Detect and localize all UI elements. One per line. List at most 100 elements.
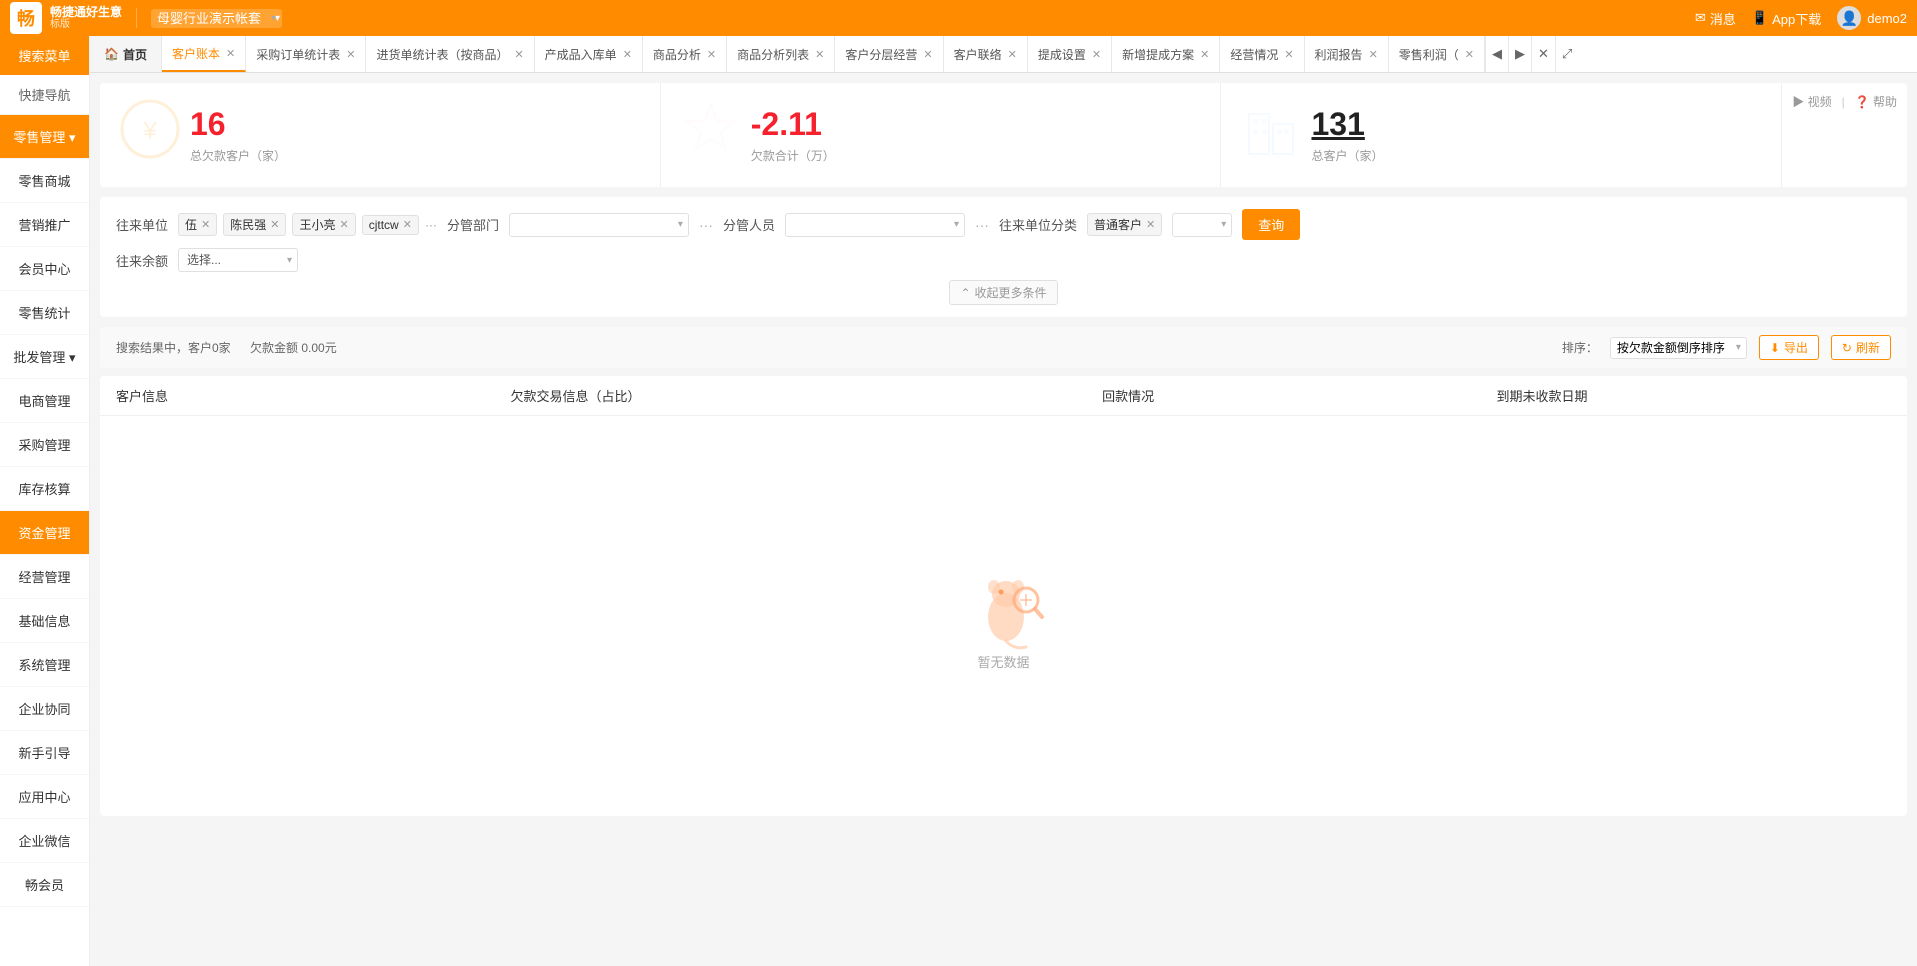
sidebar-item-retail-stats[interactable]: 零售统计 <box>0 291 89 335</box>
sidebar-item-enterprise-wechat[interactable]: 企业微信 <box>0 819 89 863</box>
tab-close-icon[interactable]: ✕ <box>707 48 716 61</box>
account-chevron-icon: ▾ <box>275 13 280 24</box>
unit-tag-more[interactable]: ··· <box>425 218 437 232</box>
tab-goods-analysis[interactable]: 商品分析 ✕ <box>643 36 727 72</box>
tab-customer-layer[interactable]: 客户分层经营 ✕ <box>835 36 943 72</box>
help-btn[interactable]: ❓ 帮助 <box>1855 93 1897 110</box>
sidebar: 搜索菜单 快捷导航 零售管理 ▾ 零售商城 营销推广 会员中心 零售统计 批发管… <box>0 36 90 966</box>
balance-select[interactable]: 选择... <box>178 248 298 272</box>
person-select-wrapper[interactable] <box>785 213 965 237</box>
unit-tag-close-chen[interactable]: ✕ <box>270 218 279 231</box>
dept-more-icon[interactable]: ··· <box>699 217 713 233</box>
unit-tag-close-cj[interactable]: ✕ <box>403 218 412 231</box>
tab-maximize[interactable]: ⤢ <box>1555 36 1578 72</box>
sidebar-item-label: 企业协同 <box>18 702 70 717</box>
tab-nav-next[interactable]: ▶ <box>1508 36 1531 72</box>
tab-stock-stats[interactable]: 进货单统计表（按商品） ✕ <box>366 36 534 72</box>
unit-type-tag-close[interactable]: ✕ <box>1146 218 1155 231</box>
unit-type-select[interactable] <box>1172 213 1232 237</box>
person-select[interactable] <box>785 213 965 237</box>
query-button[interactable]: 查询 <box>1242 209 1300 240</box>
tab-operation[interactable]: 经营情况 ✕ <box>1220 36 1304 72</box>
unit-tag-close-wu[interactable]: ✕ <box>201 218 210 231</box>
sidebar-item-ecommerce-mgmt[interactable]: 电商管理 <box>0 379 89 423</box>
sidebar-item-capital-mgmt[interactable]: 资金管理 <box>0 511 89 555</box>
video-btn[interactable]: ▶ 视频 <box>1792 93 1831 110</box>
unit-type-select-wrapper[interactable] <box>1172 213 1232 237</box>
unit-tag-cj: cjttcw ✕ <box>362 215 419 235</box>
tab-purchase-stats[interactable]: 采购订单统计表 ✕ <box>246 36 366 72</box>
coin-icon: ¥ <box>120 99 180 159</box>
sidebar-item-retail-mall[interactable]: 零售商城 <box>0 159 89 203</box>
tab-close-icon[interactable]: ✕ <box>1369 48 1378 61</box>
sidebar-item-retail-mgmt[interactable]: 零售管理 ▾ <box>0 115 89 159</box>
tab-close-icon[interactable]: ✕ <box>1008 48 1017 61</box>
sidebar-item-member-center[interactable]: 会员中心 <box>0 247 89 291</box>
tab-close-icon[interactable]: ✕ <box>346 48 355 61</box>
sort-select[interactable]: 按欠款金额倒序排序 <box>1610 337 1747 359</box>
tab-customer-connect[interactable]: 客户联络 ✕ <box>944 36 1028 72</box>
sidebar-item-label: 零售统计 <box>18 306 70 321</box>
top-bar: 畅 畅捷通好生意 标版 母婴行业演示帐套 ▾ ✉ 消息 📱 App下载 👤 de… <box>0 0 1917 36</box>
download-btn[interactable]: 📱 App下载 <box>1752 9 1821 28</box>
empty-text: 暂无数据 <box>977 652 1029 671</box>
sidebar-item-wholesale-mgmt[interactable]: 批发管理 ▾ <box>0 335 89 379</box>
tab-home[interactable]: 🏠 首页 <box>90 36 162 72</box>
tab-close-icon[interactable]: ✕ <box>226 47 235 60</box>
tab-close-icon[interactable]: ✕ <box>1284 48 1293 61</box>
sidebar-item-app-center[interactable]: 应用中心 <box>0 775 89 819</box>
unit-type-tag-normal: 普通客户 ✕ <box>1087 213 1162 236</box>
account-select-wrapper[interactable]: 母婴行业演示帐套 ▾ <box>151 9 282 28</box>
tab-close-icon[interactable]: ✕ <box>1465 48 1474 61</box>
tab-new-solution[interactable]: 新增提成方案 ✕ <box>1112 36 1220 72</box>
unit-tag-close-wang[interactable]: ✕ <box>340 218 349 231</box>
tab-cost-entry[interactable]: 产成品入库单 ✕ <box>535 36 643 72</box>
tab-close-icon[interactable]: ✕ <box>1092 48 1101 61</box>
sidebar-item-basic-info[interactable]: 基础信息 <box>0 599 89 643</box>
user-profile[interactable]: 👤 demo2 <box>1837 6 1907 30</box>
tab-reminder-settings[interactable]: 提成设置 ✕ <box>1028 36 1112 72</box>
tab-close-all[interactable]: ✕ <box>1531 36 1555 72</box>
export-icon: ⬇ <box>1770 341 1780 355</box>
sidebar-item-new-guide[interactable]: 新手引导 <box>0 731 89 775</box>
export-button[interactable]: ⬇ 导出 <box>1759 335 1819 360</box>
sidebar-item-purchase-mgmt[interactable]: 采购管理 <box>0 423 89 467</box>
tab-retail-profit[interactable]: 零售利润（ ✕ <box>1389 36 1485 72</box>
sidebar-item-marketing[interactable]: 营销推广 <box>0 203 89 247</box>
sidebar-item-operation-mgmt[interactable]: 经营管理 <box>0 555 89 599</box>
message-btn[interactable]: ✉ 消息 <box>1695 9 1736 28</box>
tab-close-icon[interactable]: ✕ <box>815 48 824 61</box>
stat-label-debt: 欠款合计（万） <box>751 147 835 164</box>
divider <box>136 8 137 28</box>
tab-close-icon[interactable]: ✕ <box>623 48 632 61</box>
sidebar-item-inventory-check[interactable]: 库存核算 <box>0 467 89 511</box>
tab-close-icon[interactable]: ✕ <box>923 48 932 61</box>
sidebar-item-enterprise-collab[interactable]: 企业协同 <box>0 687 89 731</box>
refresh-button[interactable]: ↻ 刷新 <box>1831 335 1891 360</box>
tab-profit-report[interactable]: 利润报告 ✕ <box>1305 36 1389 72</box>
logo: 畅 <box>10 2 42 34</box>
sidebar-quick-nav[interactable]: 快捷导航 <box>0 75 89 115</box>
balance-select-wrapper[interactable]: 选择... <box>178 248 298 272</box>
help-icon: ❓ <box>1855 95 1870 109</box>
collapse-icon: ⌃ <box>960 286 970 300</box>
dept-select[interactable] <box>509 213 689 237</box>
dept-select-wrapper[interactable] <box>509 213 689 237</box>
collapse-button[interactable]: ⌃ 收起更多条件 <box>949 280 1057 305</box>
sidebar-search[interactable]: 搜索菜单 <box>0 36 89 75</box>
stat-value-debt: -2.11 <box>751 106 835 143</box>
tab-close-icon[interactable]: ✕ <box>514 48 523 61</box>
tab-close-icon[interactable]: ✕ <box>1200 48 1209 61</box>
sidebar-item-label: 零售管理 <box>13 130 65 145</box>
sidebar-item-system-mgmt[interactable]: 系统管理 <box>0 643 89 687</box>
sort-select-wrapper[interactable]: 按欠款金额倒序排序 <box>1610 337 1747 359</box>
account-select[interactable]: 母婴行业演示帐套 <box>151 9 282 28</box>
sidebar-item-vip-member[interactable]: 畅会员 <box>0 863 89 907</box>
person-more-icon[interactable]: ··· <box>975 217 989 233</box>
tab-accounts[interactable]: 客户账本 ✕ <box>162 36 246 72</box>
top-bar-right: ✉ 消息 📱 App下载 👤 demo2 <box>1695 6 1907 30</box>
tab-goods-analysis-list[interactable]: 商品分析列表 ✕ <box>727 36 835 72</box>
tab-nav-prev[interactable]: ◀ <box>1485 36 1508 72</box>
unit-tag-wang: 王小亮 ✕ <box>292 213 355 236</box>
sidebar-item-label: 经营管理 <box>18 570 70 585</box>
